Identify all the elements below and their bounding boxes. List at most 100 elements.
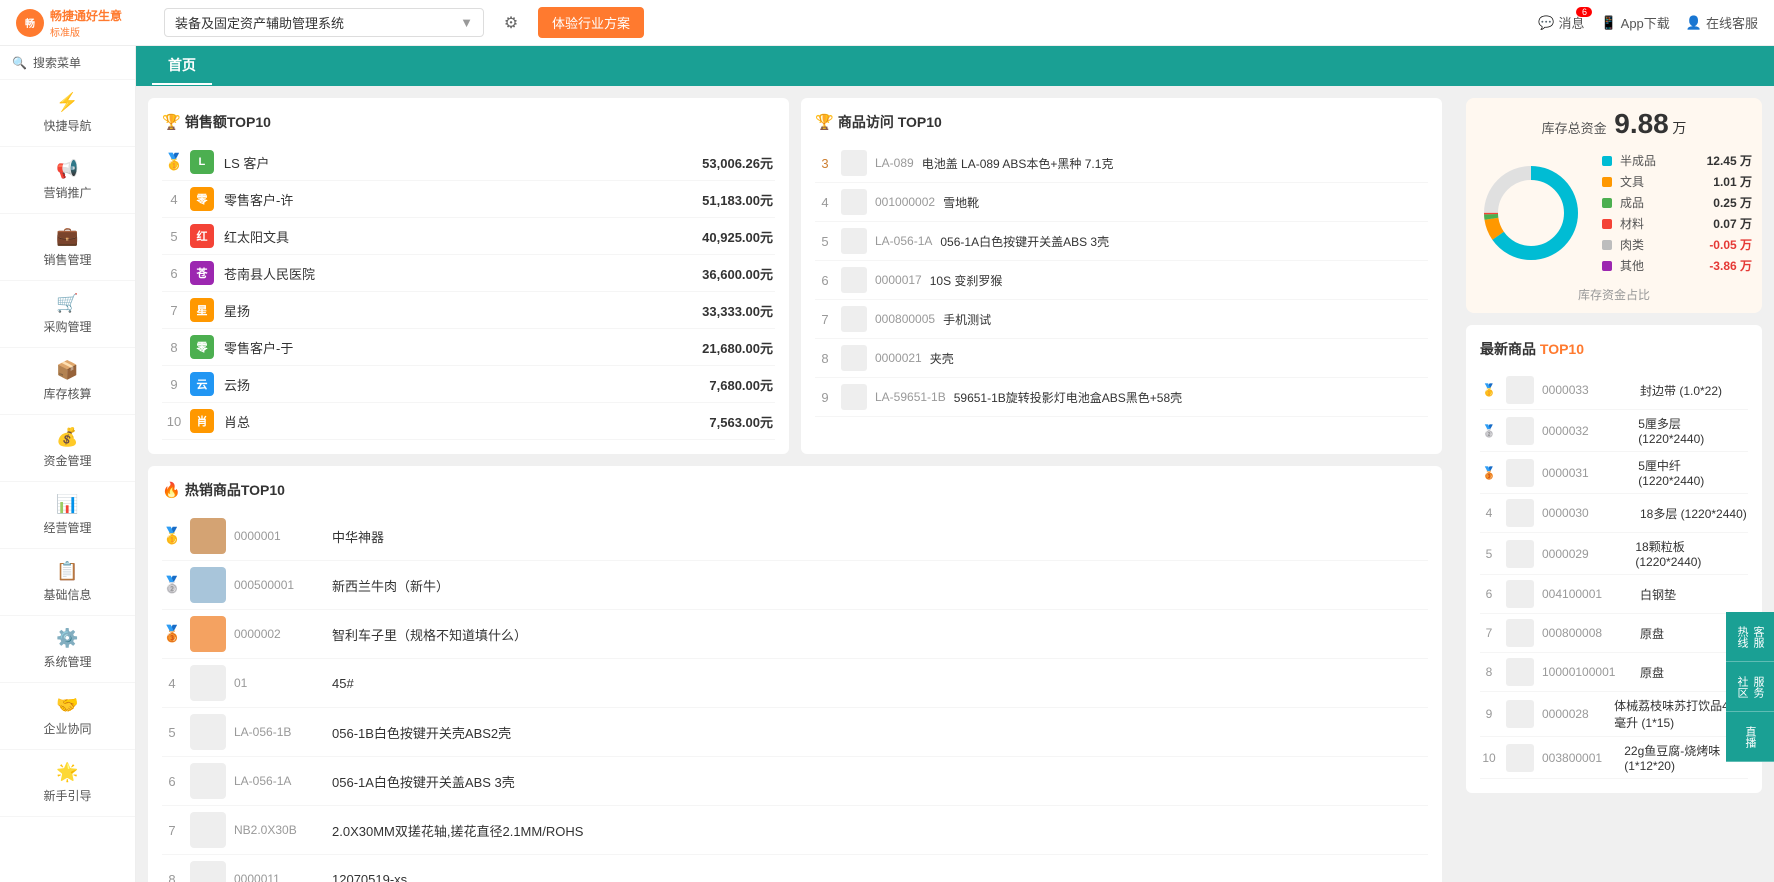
top-right-area: 💬 消息 6 📱 App下载 👤 在线客服 xyxy=(1538,13,1758,32)
customer-name: 苍南县人民医院 xyxy=(224,264,696,283)
sidebar-item-system[interactable]: ⚙️ 系统管理 xyxy=(0,616,135,683)
customer-row: 6 苍 苍南县人民医院 36,600.00元 xyxy=(162,255,775,292)
product-code: 0000031 xyxy=(1542,466,1630,480)
product-thumb xyxy=(1506,744,1534,772)
product-thumb xyxy=(841,345,867,371)
app-download-button[interactable]: 📱 App下载 xyxy=(1600,13,1669,32)
product-code: 0000028 xyxy=(1542,707,1606,721)
system-selector[interactable]: 装备及固定资产辅助管理系统 ▼ xyxy=(164,8,484,37)
product-thumb xyxy=(841,150,867,176)
live-button[interactable]: 直播 xyxy=(1726,712,1774,762)
customer-badge: 零 xyxy=(190,335,214,359)
product-thumb xyxy=(841,306,867,332)
product-name: 056-1B白色按键开关壳ABS2壳 xyxy=(332,723,511,742)
rank-num: 4 xyxy=(1480,506,1498,520)
legend-name: 肉类 xyxy=(1620,236,1701,253)
product-thumb xyxy=(1506,540,1534,568)
tab-home[interactable]: 首页 xyxy=(152,47,212,85)
product-viewed-row: 4 001000002 雪地靴 xyxy=(815,183,1428,222)
customer-badge: L xyxy=(190,150,214,174)
sidebar-item-marketing[interactable]: 📢 营销推广 xyxy=(0,147,135,214)
rank-num: 8 xyxy=(1480,665,1498,679)
rank-num: 4 xyxy=(162,676,182,691)
legend-name: 文具 xyxy=(1620,173,1705,190)
product-name: 手机测试 xyxy=(943,311,991,328)
product-viewed-row: 7 000800005 手机测试 xyxy=(815,300,1428,339)
content-area: 首页 🏆 销售额TOP10 xyxy=(136,46,1774,882)
product-name: 雪地靴 xyxy=(943,194,979,211)
customer-name: 红太阳文具 xyxy=(224,227,696,246)
sales-icon: 💼 xyxy=(56,226,78,247)
product-name: 12070519-xs xyxy=(332,872,407,882)
product-thumb xyxy=(1506,580,1534,608)
product-thumb xyxy=(841,267,867,293)
tab-bar: 首页 xyxy=(136,46,1774,86)
new-product-row: 8 10000100001 原盘 xyxy=(1480,653,1748,692)
hot-product-row: 🥇 0000001 中华神器 xyxy=(162,512,1428,561)
product-thumb xyxy=(1506,499,1534,527)
basic-icon: 📋 xyxy=(56,561,78,582)
rank-num: 5 xyxy=(162,725,182,740)
customer-badge: 肖 xyxy=(190,409,214,433)
product-viewed-row: 3 LA-089 电池盖 LA-089 ABS本色+黑种 7.1克 xyxy=(815,144,1428,183)
sidebar-item-guide[interactable]: 🌟 新手引导 xyxy=(0,750,135,817)
sidebar-item-sales[interactable]: 💼 销售管理 xyxy=(0,214,135,281)
settings-button[interactable]: ⚙ xyxy=(496,8,526,38)
sidebar-item-finance[interactable]: 💰 资金管理 xyxy=(0,415,135,482)
sidebar-item-label: 快捷导航 xyxy=(43,117,91,134)
trial-button[interactable]: 体验行业方案 xyxy=(538,7,644,38)
customer-name: 零售客户-许 xyxy=(224,190,696,209)
service-community-button[interactable]: 服务社区 xyxy=(1726,662,1774,712)
search-icon: 🔍 xyxy=(12,56,27,70)
sidebar-item-label: 系统管理 xyxy=(43,653,91,670)
new-product-row: 10 003800001 22g鱼豆腐-烧烤味 (1*12*20) xyxy=(1480,737,1748,779)
new-product-row: 🥉 0000031 5厘中纤 (1220*2440) xyxy=(1480,452,1748,494)
rank-medal: 🥈 xyxy=(162,575,182,595)
message-icon: 💬 xyxy=(1538,15,1554,31)
support-buttons: 客服热线 服务社区 直播 xyxy=(1726,612,1774,762)
sidebar-item-operations[interactable]: 📊 经营管理 xyxy=(0,482,135,549)
product-name: 5厘中纤 (1220*2440) xyxy=(1638,457,1748,488)
sidebar-item-label: 销售管理 xyxy=(43,251,91,268)
hot-product-row: 🥈 000500001 新西兰牛肉（新牛） xyxy=(162,561,1428,610)
operations-icon: 📊 xyxy=(56,494,78,515)
product-code: 0000021 xyxy=(875,351,922,365)
customer-amount: 53,006.26元 xyxy=(702,153,773,172)
service-button[interactable]: 👤 在线客服 xyxy=(1686,13,1758,32)
system-name: 装备及固定资产辅助管理系统 xyxy=(175,13,344,32)
product-name: 夹壳 xyxy=(930,350,954,367)
service-hotline-button[interactable]: 客服热线 xyxy=(1726,612,1774,662)
message-button[interactable]: 💬 消息 6 xyxy=(1538,13,1584,32)
system-icon: ⚙️ xyxy=(56,628,78,649)
customer-badge: 红 xyxy=(190,224,214,248)
sidebar-item-search[interactable]: 🔍 搜索菜单 xyxy=(0,46,135,80)
product-code: 000800005 xyxy=(875,312,935,326)
hot-product-row: 5 LA-056-1B 056-1B白色按键开关壳ABS2壳 xyxy=(162,708,1428,757)
customer-amount: 33,333.00元 xyxy=(702,301,773,320)
customer-amount: 7,563.00元 xyxy=(709,412,773,431)
sidebar-item-purchase[interactable]: 🛒 采购管理 xyxy=(0,281,135,348)
hot-product-row: 8 0000011 12070519-xs xyxy=(162,855,1428,882)
rank-num: 🥇 xyxy=(1480,383,1498,397)
product-name: 10S 变刹罗猴 xyxy=(930,272,1003,289)
sidebar-item-label: 营销推广 xyxy=(43,184,91,201)
new-product-row: 4 0000030 18多层 (1220*2440) xyxy=(1480,494,1748,533)
inventory-amount: 9.88 xyxy=(1614,108,1669,139)
top-bar: 畅 畅捷通好生意 标准版 装备及固定资产辅助管理系统 ▼ ⚙ 体验行业方案 💬 … xyxy=(0,0,1774,46)
legend-dot xyxy=(1602,156,1612,166)
sidebar-item-enterprise[interactable]: 🤝 企业协同 xyxy=(0,683,135,750)
sidebar-item-quicknav[interactable]: ⚡ 快捷导航 xyxy=(0,80,135,147)
legend-name: 半成品 xyxy=(1620,152,1699,169)
sidebar-item-basic[interactable]: 📋 基础信息 xyxy=(0,549,135,616)
product-name: 59651-1B旋转投影灯电池盒ABS黑色+58壳 xyxy=(954,389,1182,406)
customer-amount: 36,600.00元 xyxy=(702,264,773,283)
sidebar-item-label: 经营管理 xyxy=(43,519,91,536)
sidebar-item-label: 库存核算 xyxy=(43,385,91,402)
sidebar-item-inventory[interactable]: 📦 库存核算 xyxy=(0,348,135,415)
customer-amount: 7,680.00元 xyxy=(709,375,773,394)
product-thumb xyxy=(190,861,226,882)
new-product-row: 🥈 0000032 5厘多层 (1220*2440) xyxy=(1480,410,1748,452)
top-customers-list: 🥇 L LS 客户 53,006.26元 4 零 零售客户-许 51,183.0… xyxy=(162,144,775,440)
rank-num: 5 xyxy=(1480,547,1498,561)
product-thumb xyxy=(190,616,226,652)
